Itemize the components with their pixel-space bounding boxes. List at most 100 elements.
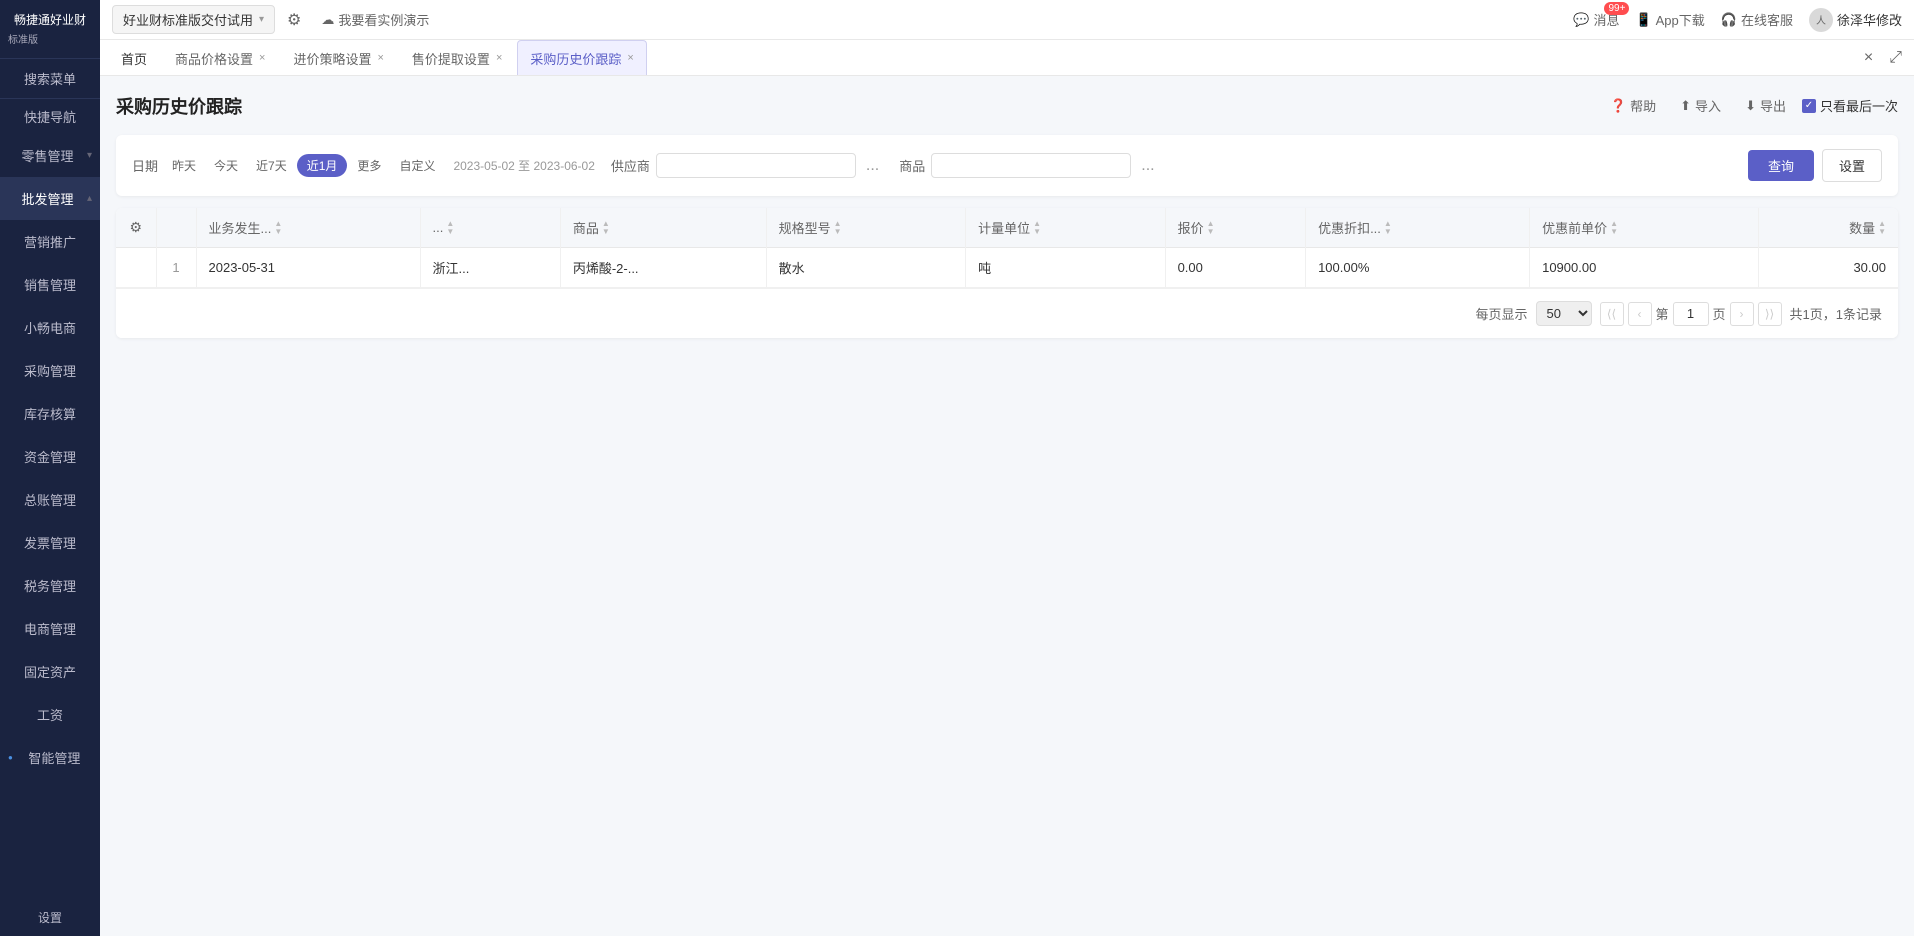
sidebar-item-purchase[interactable]: 采购管理 (0, 349, 100, 392)
date-custom-btn[interactable]: 自定义 (391, 154, 443, 177)
help-icon: ❓ (1610, 98, 1626, 114)
row-pre-discount-price-cell: 10900.00 (1530, 248, 1759, 288)
sidebar-item-retail[interactable]: 零售管理 ▾ (0, 134, 100, 177)
tab-history-price-close[interactable]: × (627, 52, 633, 64)
date-range-display: 2023-05-02 至 2023-06-02 (453, 157, 594, 174)
date-label: 日期 (132, 156, 158, 175)
export-btn[interactable]: ⬇ 导出 (1737, 92, 1794, 119)
query-btn[interactable]: 查询 (1748, 150, 1814, 181)
tab-sale-price[interactable]: 售价提取设置 × (399, 40, 515, 75)
col-goods[interactable]: 商品 ▲▼ (560, 208, 766, 248)
supplier-filter: 供应商 ... (611, 153, 883, 178)
app-download-label: App下载 (1656, 10, 1705, 29)
sort-icon: ▲▼ (1878, 220, 1886, 236)
tab-history-price[interactable]: 采购历史价跟踪 × (517, 40, 646, 75)
col-discount[interactable]: 优惠折扣... ▲▼ (1306, 208, 1530, 248)
table-body: 1 2023-05-31 浙江... 丙烯酸-2-... 散水 (116, 248, 1898, 288)
sort-icon: ▲▼ (446, 220, 454, 236)
page-input[interactable]: 1 (1673, 302, 1709, 326)
goods-more-btn[interactable]: ... (1137, 155, 1158, 177)
page-next-btn[interactable]: › (1730, 302, 1754, 326)
sidebar: 畅捷通好业财 标准版 搜索菜单 快捷导航 零售管理 ▾ 批发管理 ▴ 营销推广 … (0, 0, 100, 936)
tab-price-close[interactable]: × (259, 52, 265, 64)
supplier-input[interactable] (656, 153, 856, 178)
notifications-btn[interactable]: 💬 消息 99+ (1573, 10, 1619, 29)
row-spec-cell: 散水 (766, 248, 965, 288)
tab-sale-price-close[interactable]: × (496, 52, 502, 64)
date-more-btn[interactable]: 更多 (349, 154, 389, 177)
sort-icon: ▲▼ (1384, 220, 1392, 236)
row-goods-cell: 丙烯酸-2-... (560, 248, 766, 288)
tab-close-all-btn[interactable]: × (1860, 47, 1877, 69)
date-today-btn[interactable]: 今天 (206, 154, 246, 177)
user-menu-btn[interactable]: 人 徐泽华修改 (1809, 8, 1902, 32)
sort-icon: ▲▼ (1207, 220, 1215, 236)
import-icon: ⬆ (1680, 98, 1691, 114)
page-first-btn[interactable]: ⟨⟨ (1600, 302, 1624, 326)
sidebar-item-finance[interactable]: 资金管理 (0, 435, 100, 478)
sidebar-item-smart[interactable]: 智能管理 (0, 736, 100, 779)
sidebar-item-tax[interactable]: 税务管理 (0, 564, 100, 607)
page-label: 第 (1656, 304, 1669, 323)
sidebar-item-ecommerce[interactable]: 电商管理 (0, 607, 100, 650)
tab-strategy-close[interactable]: × (377, 52, 383, 64)
sidebar-item-invoice[interactable]: 发票管理 (0, 521, 100, 564)
sidebar-search[interactable]: 搜索菜单 (0, 59, 100, 99)
import-label: 导入 (1695, 96, 1721, 115)
cloud-icon: ☁ (321, 12, 334, 28)
sidebar-item-inventory[interactable]: 库存核算 (0, 392, 100, 435)
date-last1m-btn[interactable]: 近1月 (297, 154, 348, 177)
col-pre-discount-price[interactable]: 优惠前单价 ▲▼ (1530, 208, 1759, 248)
goods-label: 商品 (899, 156, 925, 175)
sidebar-item-accounting[interactable]: 总账管理 (0, 478, 100, 521)
topbar-demo-btn[interactable]: ☁ 我要看实例演示 (321, 10, 429, 29)
sidebar-item-sales[interactable]: 销售管理 (0, 263, 100, 306)
tab-price[interactable]: 商品价格设置 × (162, 40, 278, 75)
row-discount-cell: 100.00% (1306, 248, 1530, 288)
topbar: 好业财标准版交付试用 ▾ ⚙ ☁ 我要看实例演示 💬 消息 99+ 📱 App下… (100, 0, 1914, 40)
sidebar-item-wholesale[interactable]: 批发管理 ▴ (0, 177, 100, 220)
import-btn[interactable]: ⬆ 导入 (1672, 92, 1729, 119)
row-num-cell: 1 (156, 248, 196, 288)
headset-icon: 🎧 (1721, 12, 1737, 28)
sort-icon: ▲▼ (602, 220, 610, 236)
topbar-settings-btn[interactable]: ⚙ (283, 6, 305, 34)
row-quantity-cell: 30.00 (1759, 248, 1898, 288)
goods-input[interactable] (931, 153, 1131, 178)
help-btn[interactable]: ❓ 帮助 (1602, 92, 1664, 119)
sort-icon: ▲▼ (274, 220, 282, 236)
page-prev-btn[interactable]: ‹ (1628, 302, 1652, 326)
col-spec[interactable]: 规格型号 ▲▼ (766, 208, 965, 248)
sidebar-item-marketing[interactable]: 营销推广 (0, 220, 100, 263)
date-last7-btn[interactable]: 近7天 (248, 154, 295, 177)
filter-actions: 查询 设置 (1748, 149, 1882, 182)
tab-home[interactable]: 首页 (108, 40, 160, 75)
settings-btn[interactable]: 设置 (1822, 149, 1882, 182)
help-label: 帮助 (1630, 96, 1656, 115)
tab-strategy[interactable]: 进价策略设置 × (280, 40, 396, 75)
tab-expand-btn[interactable]: ⤢ (1885, 47, 1906, 69)
sidebar-logo: 畅捷通好业财 标准版 (0, 0, 100, 59)
page-last-btn[interactable]: ⟩⟩ (1758, 302, 1782, 326)
col-quote[interactable]: 报价 ▲▼ (1165, 208, 1306, 248)
last-only-toggle[interactable]: 只看最后一次 (1802, 96, 1898, 115)
per-page-select[interactable]: 50 100 200 (1536, 301, 1592, 326)
table-settings-icon[interactable]: ⚙ (129, 219, 142, 235)
col-unit[interactable]: 计量单位 ▲▼ (966, 208, 1165, 248)
sidebar-settings-btn[interactable]: 设置 (0, 899, 100, 936)
col-extra[interactable]: ... ▲▼ (420, 208, 560, 248)
app-download-btn[interactable]: 📱 App下载 (1635, 10, 1704, 29)
sidebar-menu: 零售管理 ▾ 批发管理 ▴ 营销推广 销售管理 小畅电商 采购管理 库存核算 资… (0, 134, 100, 899)
sidebar-item-fixed-assets[interactable]: 固定资产 (0, 650, 100, 693)
message-icon: 💬 (1573, 12, 1589, 28)
sidebar-quick-nav[interactable]: 快捷导航 (0, 99, 100, 134)
date-yesterday-btn[interactable]: 昨天 (164, 154, 204, 177)
sidebar-item-ecommerce-small[interactable]: 小畅电商 (0, 306, 100, 349)
version-selector[interactable]: 好业财标准版交付试用 ▾ (112, 5, 275, 34)
filter-row: 日期 昨天 今天 近7天 近1月 更多 自定义 2023-05-02 至 202… (132, 149, 1882, 182)
col-quantity[interactable]: 数量 ▲▼ (1759, 208, 1898, 248)
col-biz-date[interactable]: 业务发生... ▲▼ (196, 208, 420, 248)
sidebar-item-salary[interactable]: 工资 (0, 693, 100, 736)
supplier-more-btn[interactable]: ... (862, 155, 883, 177)
online-service-btn[interactable]: 🎧 在线客服 (1721, 10, 1793, 29)
